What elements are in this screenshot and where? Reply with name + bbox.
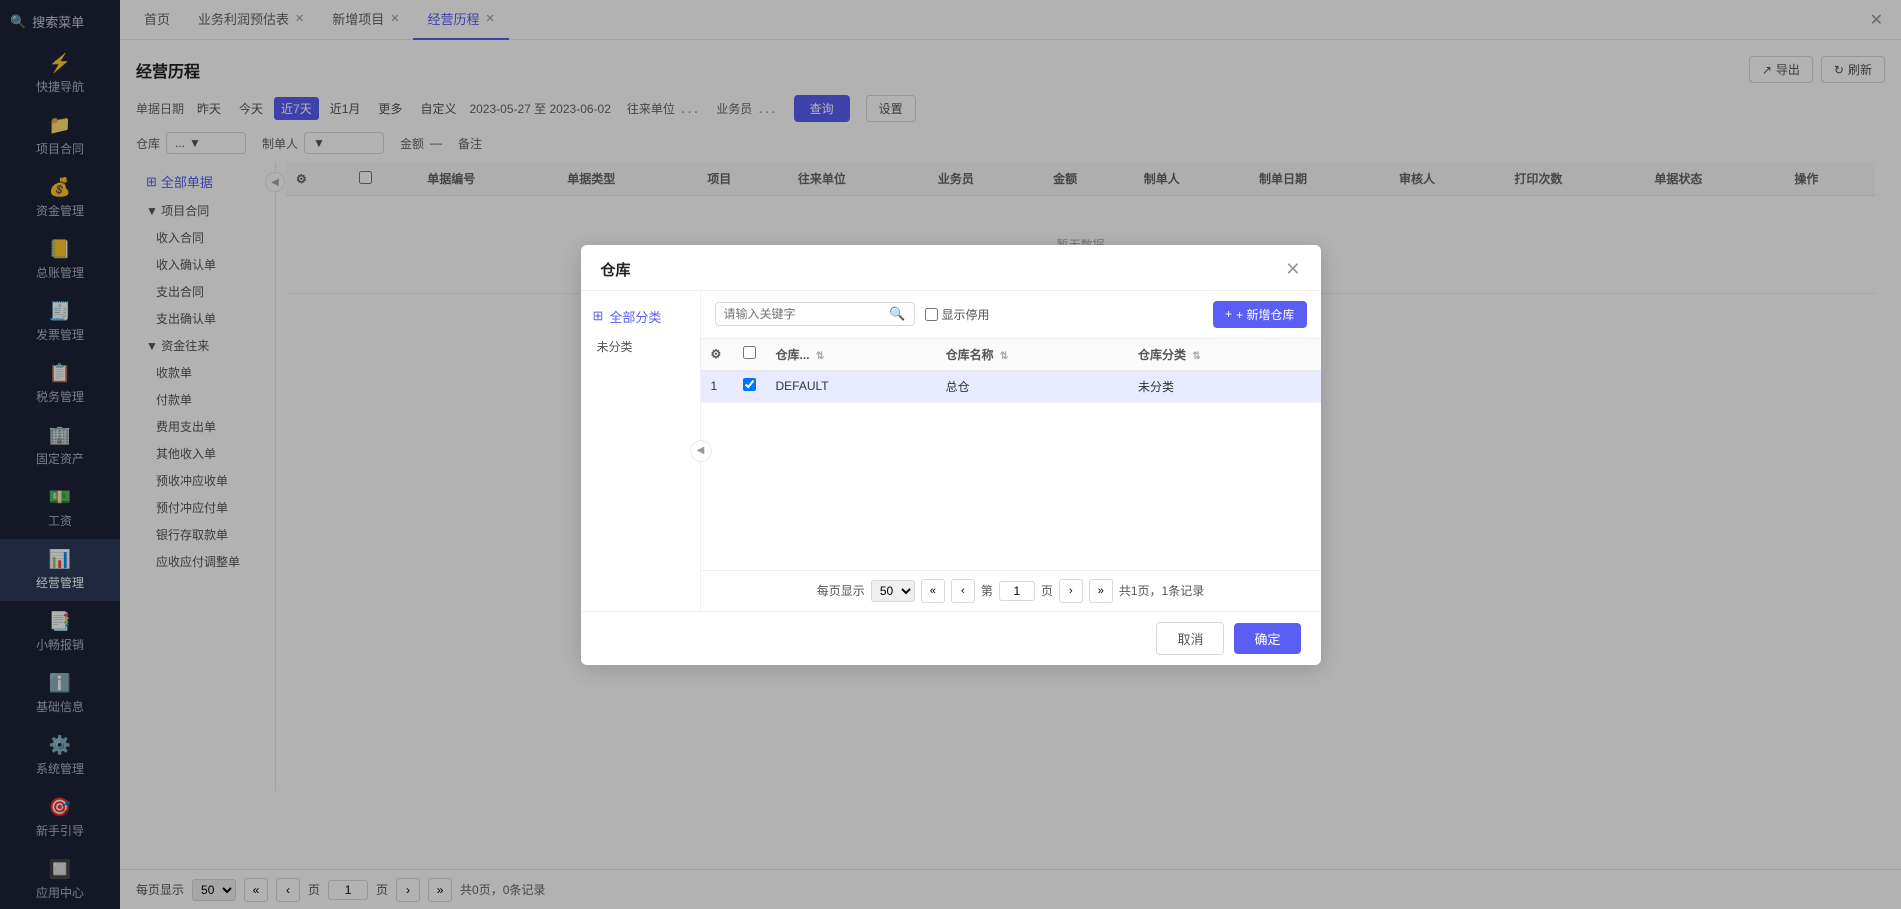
modal-page-label: 页	[1041, 582, 1053, 599]
modal-title: 仓库	[601, 259, 631, 280]
show-disabled-checkbox[interactable]	[925, 308, 938, 321]
row-name: 总仓	[936, 370, 1128, 402]
table-row[interactable]: 1 DEFAULT 总仓 未分类	[701, 370, 1321, 402]
sort-icon[interactable]: ⇅	[1192, 351, 1200, 362]
modal-search-input[interactable]	[724, 307, 886, 321]
grid-icon: ⊞	[593, 308, 604, 324]
modal-per-page-select[interactable]: 50	[871, 580, 915, 602]
row-category: 未分类	[1128, 370, 1320, 402]
modal-pagination: 每页显示 50 « ‹ 第 页 › » 共1页，1条记录	[701, 570, 1321, 611]
modal-body: ⊞ 全部分类 ◀ 未分类 🔍 显示停用 + + 新增	[581, 291, 1321, 611]
modal-select-all[interactable]	[743, 346, 756, 359]
row-index: 1	[701, 370, 733, 402]
row-checkbox[interactable]	[743, 378, 756, 391]
modal-search-wrap: 🔍	[715, 302, 915, 326]
category-list: 未分类	[581, 332, 700, 361]
modal-prev-page-btn[interactable]: ‹	[951, 579, 975, 603]
modal-footer: 取消 确定	[581, 611, 1321, 665]
modal-right-panel: 🔍 显示停用 + + 新增仓库 ⚙	[701, 291, 1321, 611]
col-warehouse-code: 仓库... ⇅	[766, 339, 936, 371]
col-checkbox[interactable]	[733, 339, 766, 371]
warehouse-table: ⚙ 仓库... ⇅ 仓库名称 ⇅ 仓库分类	[701, 339, 1321, 403]
category-item-uncategorized[interactable]: 未分类	[581, 332, 700, 361]
modal-last-page-btn[interactable]: »	[1089, 579, 1113, 603]
cancel-button[interactable]: 取消	[1156, 622, 1224, 655]
modal-table-area: ⚙ 仓库... ⇅ 仓库名称 ⇅ 仓库分类	[701, 339, 1321, 570]
warehouse-modal: 仓库 ✕ ⊞ 全部分类 ◀ 未分类 🔍 显示停用	[581, 245, 1321, 665]
sort-icon[interactable]: ⇅	[1000, 351, 1008, 362]
all-category-item[interactable]: ⊞ 全部分类	[581, 301, 700, 332]
modal-toolbar: 🔍 显示停用 + + 新增仓库	[701, 291, 1321, 339]
row-code: DEFAULT	[766, 370, 936, 402]
modal-page-input[interactable]	[999, 581, 1035, 601]
modal-per-page-label: 每页显示	[817, 582, 865, 599]
confirm-button[interactable]: 确定	[1234, 623, 1300, 654]
col-settings[interactable]: ⚙	[701, 339, 733, 371]
search-icon: 🔍	[889, 306, 905, 322]
modal-first-page-btn[interactable]: «	[921, 579, 945, 603]
add-warehouse-button[interactable]: + + 新增仓库	[1213, 301, 1306, 328]
modal-close-btn[interactable]: ✕	[1285, 259, 1300, 280]
collapse-left-panel-btn[interactable]: ◀	[690, 440, 712, 462]
modal-header: 仓库 ✕	[581, 245, 1321, 291]
sort-icon[interactable]: ⇅	[816, 351, 824, 362]
col-warehouse-category: 仓库分类 ⇅	[1128, 339, 1320, 371]
modal-total-text: 共1页，1条记录	[1119, 582, 1204, 599]
col-warehouse-name: 仓库名称 ⇅	[936, 339, 1128, 371]
all-category-label: 全部分类	[609, 307, 661, 326]
modal-left-panel: ⊞ 全部分类 ◀ 未分类	[581, 291, 701, 611]
modal-next-page-btn[interactable]: ›	[1059, 579, 1083, 603]
plus-icon: +	[1225, 307, 1232, 321]
show-disabled-label[interactable]: 显示停用	[925, 306, 990, 323]
